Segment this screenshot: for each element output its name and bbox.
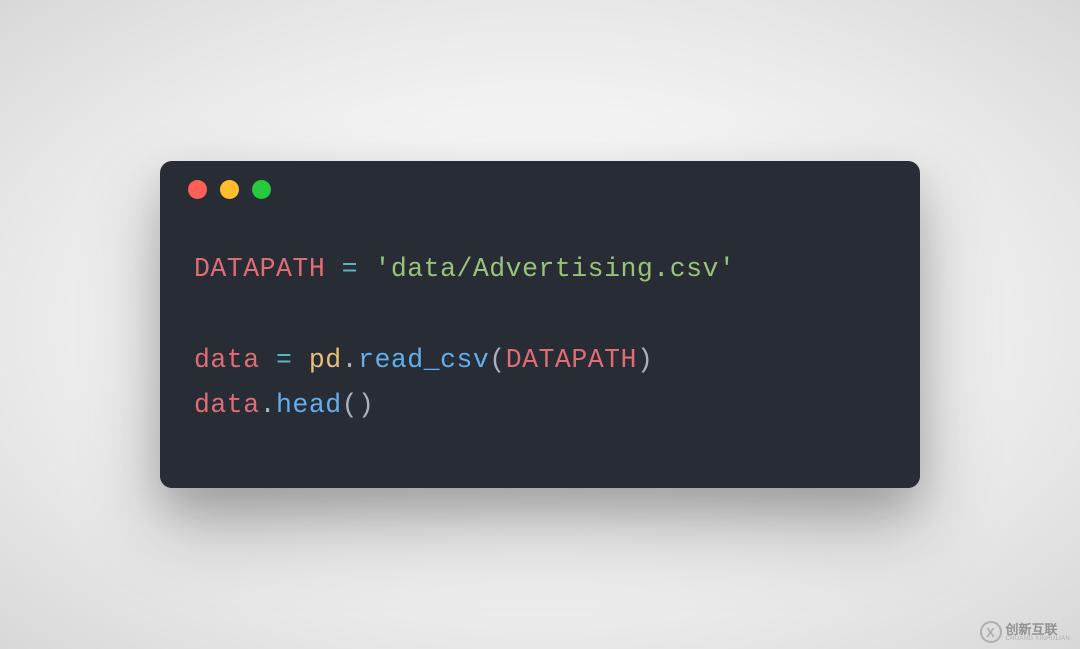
window-titlebar <box>160 161 920 217</box>
maximize-icon[interactable] <box>252 180 271 199</box>
code-token-variable: data <box>194 390 260 420</box>
code-token-function: read_csv <box>358 345 489 375</box>
code-token-constant: DATAPATH <box>506 345 637 375</box>
code-token-variable: data <box>194 345 260 375</box>
close-icon[interactable] <box>188 180 207 199</box>
minimize-icon[interactable] <box>220 180 239 199</box>
watermark-logo-icon: X <box>980 621 1002 643</box>
code-token-punct: () <box>342 390 375 420</box>
watermark-subtext: CHUANG XINHULIAN <box>1006 636 1070 642</box>
code-token-operator: = <box>342 254 358 284</box>
code-token-object: pd <box>309 345 342 375</box>
code-token-function: head <box>276 390 342 420</box>
code-token-punct: ( <box>489 345 505 375</box>
watermark-text: 创新互联 <box>1006 623 1070 636</box>
code-token-punct: . <box>260 390 276 420</box>
code-content: DATAPATH = 'data/Advertising.csv' data =… <box>160 217 920 487</box>
code-token-constant: DATAPATH <box>194 254 325 284</box>
code-token-punct: . <box>342 345 358 375</box>
code-token-operator: = <box>276 345 292 375</box>
code-token-string: 'data/Advertising.csv' <box>374 254 735 284</box>
code-token-punct: ) <box>637 345 653 375</box>
watermark: X 创新互联 CHUANG XINHULIAN <box>980 621 1070 643</box>
code-window: DATAPATH = 'data/Advertising.csv' data =… <box>160 161 920 487</box>
